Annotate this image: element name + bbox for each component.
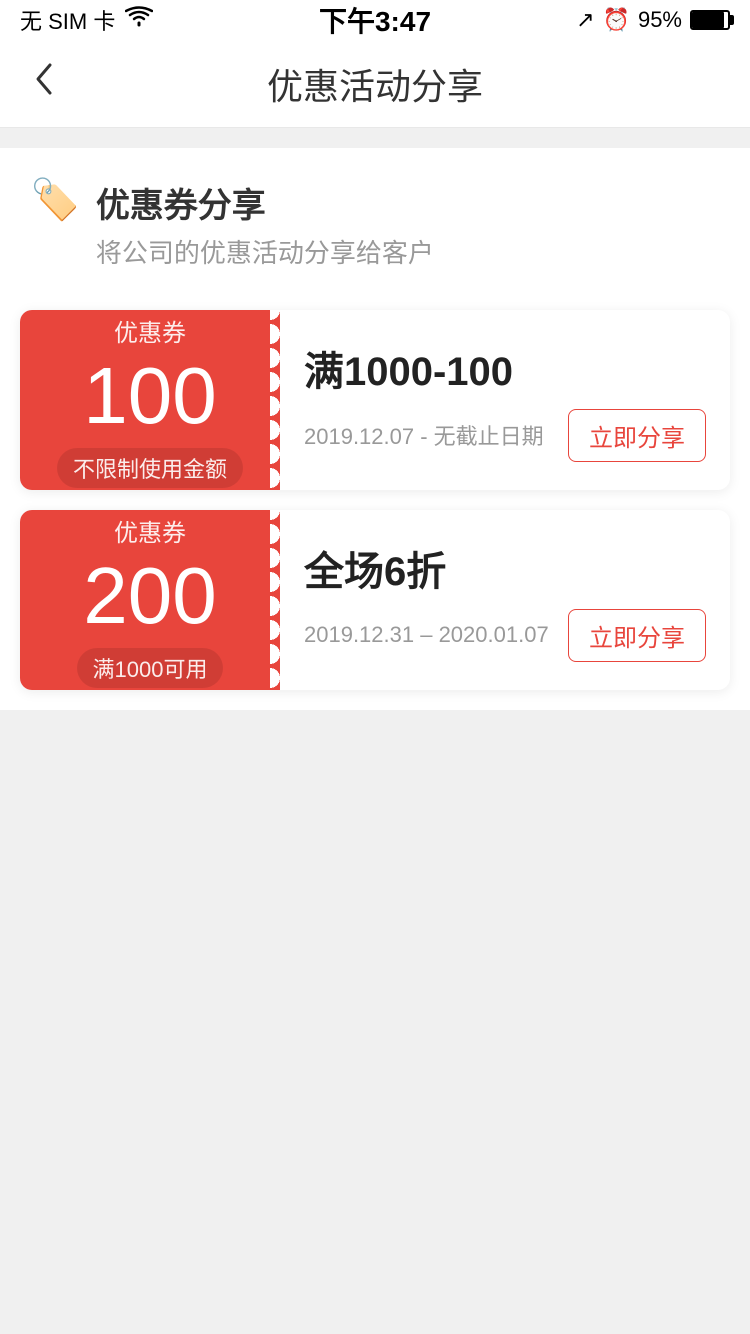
coupon-amount-2: 200 [83,556,216,636]
coupon-right-1: 满1000-100 2019.12.07 - 无截止日期 立即分享 [280,310,730,490]
coupon-left-2: 优惠券 200 满1000可用 [20,510,280,690]
location-icon: ↗ [576,7,594,33]
coupon-condition-2: 满1000可用 [77,648,224,688]
coupon-name-1: 满1000-100 [304,339,706,397]
section-gap [0,128,750,148]
coupon-label-1: 优惠券 [114,313,186,348]
status-right: ↗ ⏰ 95% [576,7,730,33]
coupon-name-2: 全场6折 [304,539,706,597]
status-left: 无 SIM 卡 [20,4,153,36]
back-button[interactable] [30,57,58,110]
coupon-list: 优惠券 100 不限制使用金额 满1000-100 2019.12.07 - 无… [0,290,750,710]
coupon-date-2: 2019.12.31 – 2020.01.07 [304,622,568,648]
coupon-bottom-2: 2019.12.31 – 2020.01.07 立即分享 [304,609,706,662]
section-header: 🏷️ 优惠券分享 将公司的优惠活动分享给客户 [0,148,750,290]
coupon-card-2: 优惠券 200 满1000可用 全场6折 2019.12.31 – 2020.0… [20,510,730,690]
coupon-left-1: 优惠券 100 不限制使用金额 [20,310,280,490]
nav-bar: 优惠活动分享 [0,40,750,128]
battery-icon [690,10,730,30]
coupon-label-2: 优惠券 [114,513,186,548]
battery-text: 95% [638,7,682,33]
page-title: 优惠活动分享 [267,58,483,110]
share-button-2[interactable]: 立即分享 [568,609,706,662]
carrier-text: 无 SIM 卡 [20,4,115,36]
bottom-area [0,710,750,1310]
section-icon: 🏷️ [30,180,80,220]
alarm-icon: ⏰ [603,7,630,33]
wifi-icon [125,6,153,34]
coupon-right-2: 全场6折 2019.12.31 – 2020.01.07 立即分享 [280,510,730,690]
section-description: 将公司的优惠活动分享给客户 [96,233,434,270]
coupon-card: 优惠券 100 不限制使用金额 满1000-100 2019.12.07 - 无… [20,310,730,490]
section-title: 优惠券分享 [96,178,434,227]
section-text: 优惠券分享 将公司的优惠活动分享给客户 [96,178,434,270]
share-button-1[interactable]: 立即分享 [568,409,706,462]
coupon-date-1: 2019.12.07 - 无截止日期 [304,419,568,451]
coupon-bottom-1: 2019.12.07 - 无截止日期 立即分享 [304,409,706,462]
status-time: 下午3:47 [319,0,431,40]
status-bar: 无 SIM 卡 下午3:47 ↗ ⏰ 95% [0,0,750,40]
coupon-condition-1: 不限制使用金额 [57,448,243,488]
coupon-amount-1: 100 [83,356,216,436]
